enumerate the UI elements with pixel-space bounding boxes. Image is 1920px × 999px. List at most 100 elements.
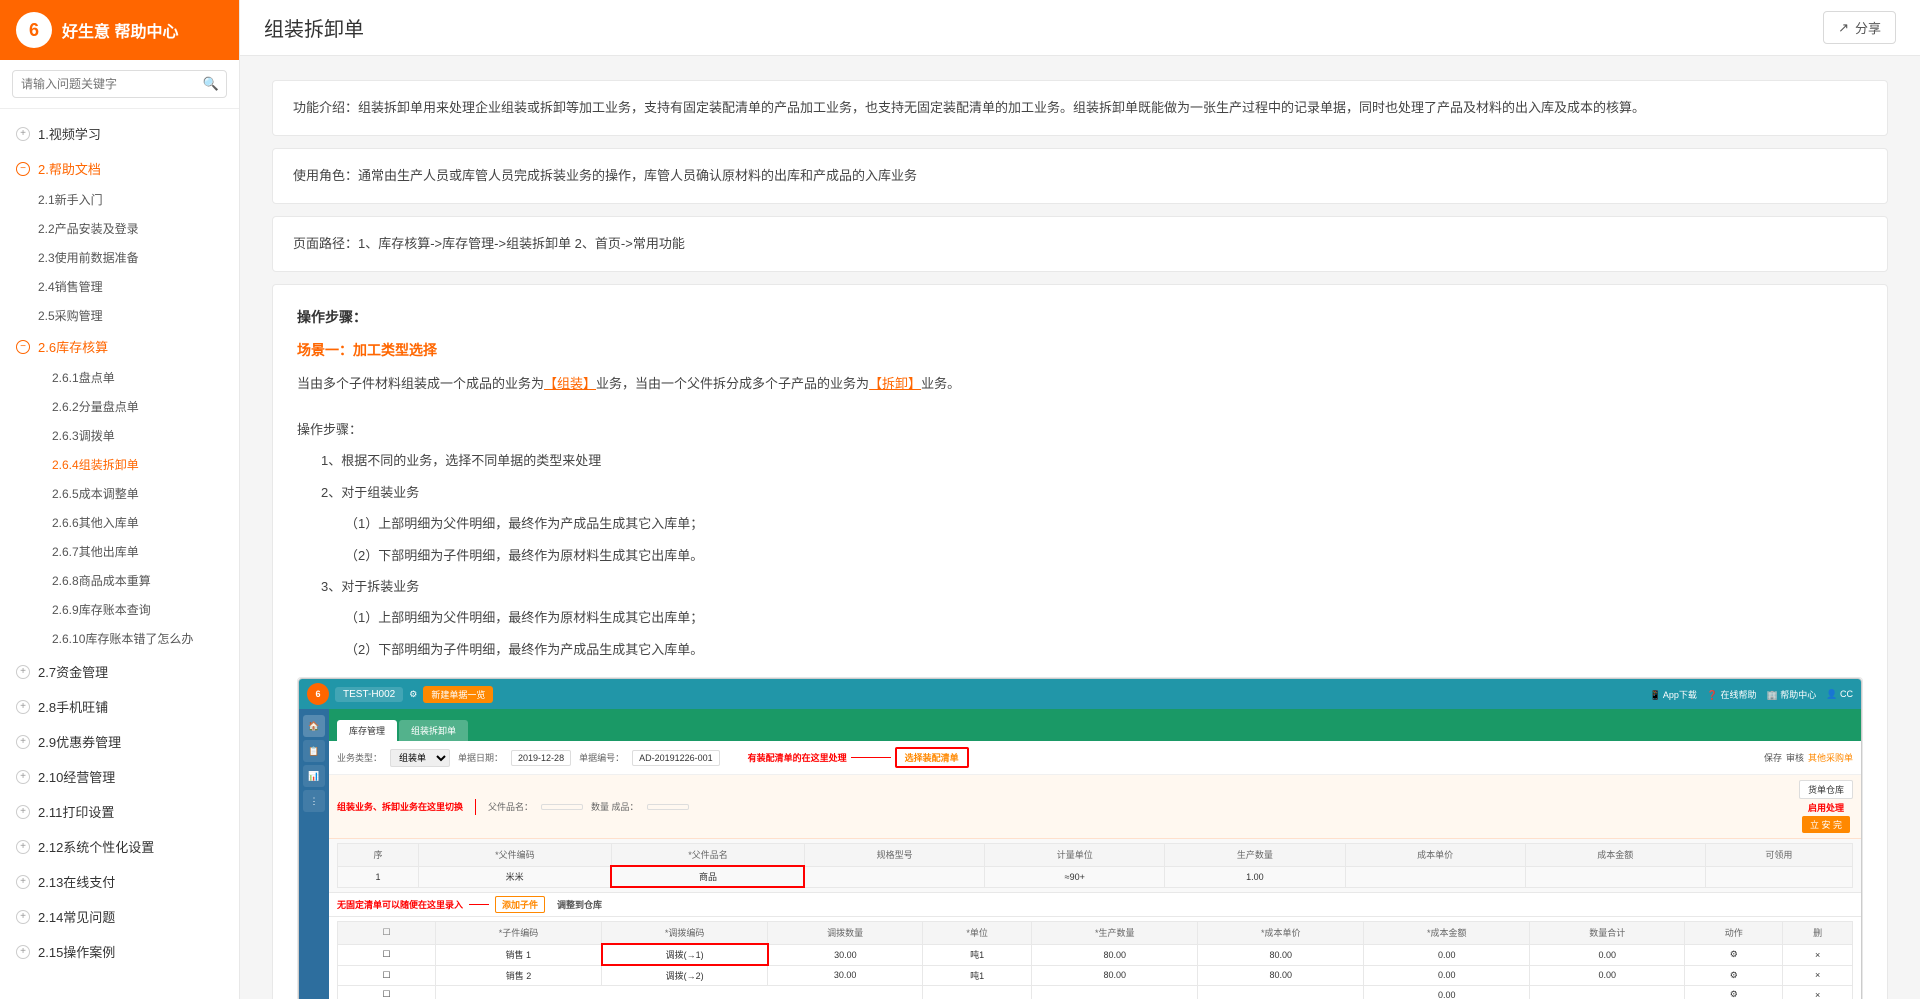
fake-num-field: AD-20191226-001 xyxy=(632,750,720,766)
fake-type-select[interactable]: 组装单 xyxy=(390,749,450,767)
steps-label: 操作步骤： xyxy=(297,418,1863,441)
fake-action1: 保存 xyxy=(1764,751,1782,764)
step-3-1: （1）上部明细为父件明细，最终作为原材料生成其它出库单； xyxy=(345,606,1863,629)
nav-section-214: + 2.14常见问题 xyxy=(0,900,239,933)
nav-section-215: + 2.15操作案例 xyxy=(0,935,239,968)
sidebar-item-267[interactable]: 2.6.7其他出库单 xyxy=(0,537,239,566)
fake-right-actions: 保存 审核 其他采购单 xyxy=(1764,751,1853,764)
fake-upper-table-area: 序 *父件编码 *父件品名 规格型号 计量单位 生产数量 成本单价 成本金额 xyxy=(329,839,1861,893)
fake-cell-unit: ≈90+ xyxy=(985,866,1165,887)
step-2-2: （2）下部明细为子件明细，最终作为原材料生成其它出库单。 xyxy=(345,544,1863,567)
logo-text: 6 xyxy=(29,20,39,41)
search-input[interactable] xyxy=(12,70,227,98)
fake-lc-2-3: 调拨(→2) xyxy=(602,965,768,986)
sidebar-item-29-label: 2.9优惠券管理 xyxy=(38,732,121,751)
fake-lc-3-8: 0.00 xyxy=(1364,986,1530,999)
sidebar-item-210-label: 2.10经营管理 xyxy=(38,767,115,786)
fake-chart-icon: 📊 xyxy=(303,765,325,787)
sidebar-item-211-label: 2.11打印设置 xyxy=(38,802,114,821)
fake-vert-line xyxy=(475,799,476,815)
fake-qty-field xyxy=(647,804,689,810)
sidebar-item-inventory-label: 2.6库存核算 xyxy=(38,337,108,356)
fake-action2: 审核 xyxy=(1786,751,1804,764)
sidebar-item-inventory[interactable]: − 2.6库存核算 xyxy=(0,330,239,363)
fake-user-icon: 👤 CC xyxy=(1826,689,1853,700)
sidebar-item-265[interactable]: 2.6.5成本调整单 xyxy=(0,479,239,508)
fake-lc-2-7: 80.00 xyxy=(1198,965,1364,986)
sidebar-item-212[interactable]: + 2.12系统个性化设置 xyxy=(0,830,239,863)
sidebar-item-214-label: 2.14常见问题 xyxy=(38,907,115,926)
fake-app-screenshot: 6 TEST-H002 ⚙ 新建单据一览 📱 App下载 ❓ 在线帮助 🏢 帮助… xyxy=(298,678,1862,999)
fake-cell-qty: 1.00 xyxy=(1165,866,1345,887)
fake-lower-annotation-row: 无固定清单可以随便在这里录入 添加子件 调整到仓库 xyxy=(329,893,1861,917)
fake-lc-1-6: 80.00 xyxy=(1032,944,1198,965)
fake-lc-3-empty xyxy=(436,986,923,999)
fake-enable-area: 货单仓库 启用处理 立 安 完 xyxy=(1799,780,1853,833)
fake-cell-cost xyxy=(1345,866,1525,887)
sidebar-search-area: 🔍 xyxy=(0,60,239,109)
fake-lc-1-7: 80.00 xyxy=(1198,944,1364,965)
sidebar-item-2610[interactable]: 2.6.10库存账本错了怎么办 xyxy=(0,624,239,653)
fake-store-select: 货单仓库 xyxy=(1799,780,1853,799)
sidebar-item-212-label: 2.12系统个性化设置 xyxy=(38,837,154,856)
highlight-assembly[interactable]: 【组装】 xyxy=(544,376,596,391)
sidebar-item-263[interactable]: 2.6.3调拨单 xyxy=(0,421,239,450)
fake-lower-tab: 添加子件 xyxy=(495,896,545,913)
steps-block: 操作步骤： 场景一：加工类型选择 当由多个子件材料组装成一个成品的业务为【组装】… xyxy=(272,284,1888,999)
nav-section-212: + 2.12系统个性化设置 xyxy=(0,830,239,863)
fake-cell-code: 米米 xyxy=(418,866,611,887)
fake-lc-2-4: 30.00 xyxy=(768,965,923,986)
fake-lc-3-9 xyxy=(1530,986,1685,999)
sidebar-item-261[interactable]: 2.6.1盘点单 xyxy=(0,363,239,392)
fake-center-icon: 🏢 帮助中心 xyxy=(1767,688,1817,701)
share-label: 分享 xyxy=(1855,18,1881,37)
sidebar-item-262[interactable]: 2.6.2分量盘点单 xyxy=(0,392,239,421)
sidebar-item-sales[interactable]: 2.4销售管理 xyxy=(0,272,239,301)
sidebar-item-video[interactable]: + 1.视频学习 xyxy=(0,117,239,150)
fake-cell-num: 1 xyxy=(338,866,419,887)
fake-lc-3-1: ☐ xyxy=(338,986,436,999)
fake-th-code: *父件编码 xyxy=(418,844,611,867)
fake-form-type: 业务类型： xyxy=(337,751,382,764)
fake-lth-act2: 删 xyxy=(1783,922,1853,945)
sidebar-item-purchase[interactable]: 2.5采购管理 xyxy=(0,301,239,330)
fake-lower-arrow xyxy=(469,904,489,905)
sidebar-item-27[interactable]: + 2.7资金管理 xyxy=(0,655,239,688)
highlight-disassemble[interactable]: 【拆卸】 xyxy=(869,376,921,391)
sidebar-item-docs[interactable]: − 2.帮助文档 xyxy=(0,152,239,185)
fake-th-unit: 计量单位 xyxy=(985,844,1165,867)
scene1-desc: 当由多个子件材料组装成一个成品的业务为【组装】业务，当由一个父件拆分成多个子产品… xyxy=(297,372,1863,395)
sidebar-item-269[interactable]: 2.6.9库存账本查询 xyxy=(0,595,239,624)
fake-th-num: 序 xyxy=(338,844,419,867)
fake-app-logo: 6 xyxy=(307,683,329,705)
sidebar-item-266[interactable]: 2.6.6其他入库单 xyxy=(0,508,239,537)
sidebar-item-210[interactable]: + 2.10经营管理 xyxy=(0,760,239,793)
fake-list-icon: 📋 xyxy=(303,740,325,762)
search-icon: 🔍 xyxy=(203,76,219,92)
sidebar-item-264[interactable]: 2.6.4组装拆卸单 xyxy=(0,450,239,479)
sidebar-item-214[interactable]: + 2.14常见问题 xyxy=(0,900,239,933)
fake-lc-3-7 xyxy=(1198,986,1364,999)
sidebar-item-211[interactable]: + 2.11打印设置 xyxy=(0,795,239,828)
share-button[interactable]: ↗ 分享 xyxy=(1823,11,1896,44)
sidebar-item-newbie[interactable]: 2.1新手入门 xyxy=(0,185,239,214)
intro-text: 功能介绍：组装拆卸单用来处理企业组装或拆卸等加工业务，支持有固定装配清单的产品加… xyxy=(293,100,1645,115)
fake-lower-row1: ☐ 销售 1 调拨(→1) 30.00 吨1 80.00 80.00 0.00 xyxy=(338,944,1853,965)
sidebar-item-install[interactable]: 2.2产品安装及登录 xyxy=(0,214,239,243)
sidebar-item-215[interactable]: + 2.15操作案例 xyxy=(0,935,239,968)
path-text: 页面路径：1、库存核算->库存管理->组装拆卸单 2、首页->常用功能 xyxy=(293,236,685,251)
fake-parent-field xyxy=(541,804,583,810)
sidebar-item-prepare[interactable]: 2.3使用前数据准备 xyxy=(0,243,239,272)
step-2: 2、对于组装业务 xyxy=(321,481,1863,504)
sidebar-nav: + 1.视频学习 − 2.帮助文档 2.1新手入门 2.2产品安装及登录 2.3… xyxy=(0,109,239,999)
sidebar-item-268[interactable]: 2.6.8商品成本重算 xyxy=(0,566,239,595)
nav-section-210: + 2.10经营管理 xyxy=(0,760,239,793)
fake-upper-row1: 1 米米 商品 ≈90+ 1.00 xyxy=(338,866,1853,887)
fake-lc-3-5 xyxy=(923,986,1032,999)
sidebar-item-29[interactable]: + 2.9优惠券管理 xyxy=(0,725,239,758)
sidebar-item-28[interactable]: + 2.8手机旺铺 xyxy=(0,690,239,723)
sidebar-item-213[interactable]: + 2.13在线支付 xyxy=(0,865,239,898)
sidebar-item-213-label: 2.13在线支付 xyxy=(38,872,115,891)
fake-lc-3-10: ⚙ xyxy=(1685,986,1783,999)
fake-th-name: *父件品名 xyxy=(611,844,804,867)
